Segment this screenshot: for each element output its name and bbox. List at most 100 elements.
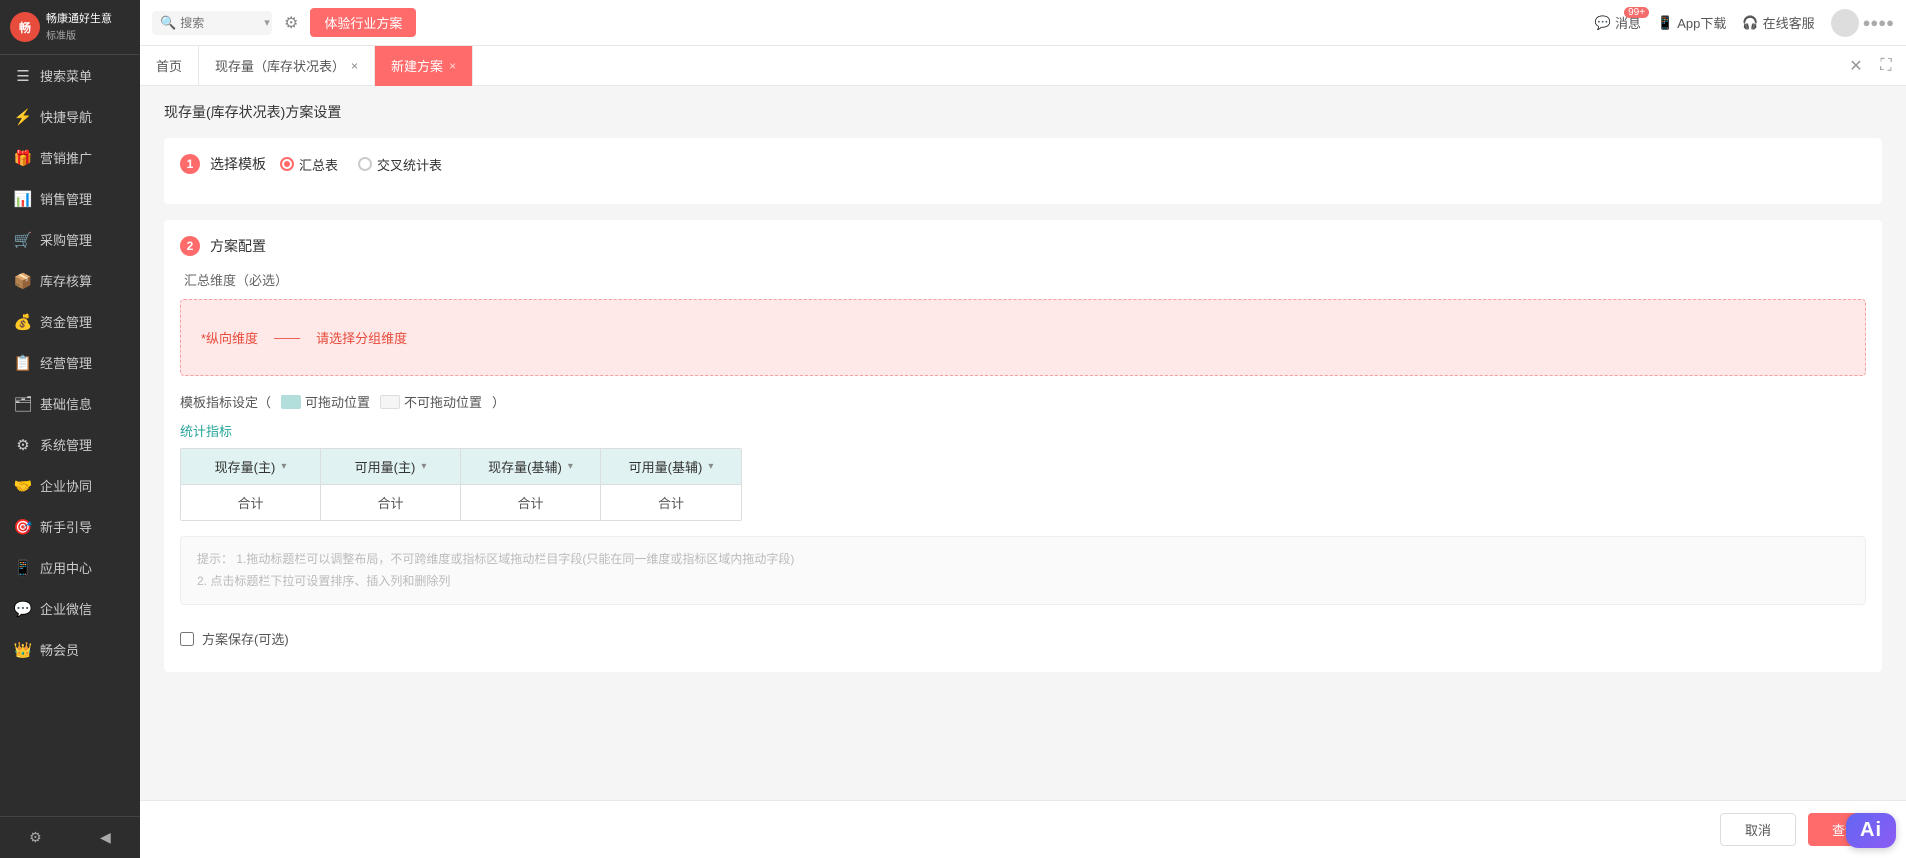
tab-new-plan[interactable]: 新建方案 × <box>375 46 473 86</box>
topbar-search-chevron-icon[interactable]: ▾ <box>264 16 270 29</box>
sidebar-item-finance[interactable]: 💰 资金管理 <box>0 301 140 342</box>
dimension-required-label: *纵向维度 <box>201 328 258 347</box>
tab-new-plan-label: 新建方案 <box>391 56 443 75</box>
sidebar-item-marketing[interactable]: 🎁 营销推广 <box>0 137 140 178</box>
stats-section: 统计指标 现存量(主) ▾ 可用量(主) ▾ 现存量(基辅) <box>180 421 1866 524</box>
stats-col2-chevron-icon: ▾ <box>421 461 426 472</box>
sidebar-item-search-menu[interactable]: ☰ 搜索菜单 <box>0 55 140 96</box>
app-name-block: 畅康通好生意 标准版 <box>46 12 112 41</box>
tab-home-label: 首页 <box>156 56 182 75</box>
step2-badge: 2 <box>180 236 200 256</box>
sidebar-item-purchase[interactable]: 🛒 采购管理 <box>0 219 140 260</box>
tip-line-2: 2. 点击标题栏下拉可设置排序、插入列和删除列 <box>197 571 1849 593</box>
topbar-search-box[interactable]: 🔍 ▾ <box>152 11 272 35</box>
save-row: 方案保存(可选) <box>180 621 1866 656</box>
tab-new-plan-close-icon[interactable]: × <box>449 59 456 73</box>
footer-bar: 取消 查询 <box>140 800 1906 858</box>
cancel-button[interactable]: 取消 <box>1720 813 1796 846</box>
tip-line-2-text: 2. 点击标题栏下拉可设置排序、插入列和删除列 <box>197 574 450 588</box>
sidebar-item-label: 库存核算 <box>40 271 92 290</box>
app-download-button[interactable]: 📱 App下载 <box>1657 13 1726 32</box>
summary-dimension-label: 汇总维度（必选） <box>180 270 1866 289</box>
purchase-icon: 🛒 <box>14 231 32 249</box>
stats-col4-header[interactable]: 可用量(基辅) ▾ <box>601 449 741 484</box>
finance-icon: 💰 <box>14 313 32 331</box>
template-radio-group: 汇总表 交叉统计表 <box>280 155 442 174</box>
expand-panel-button[interactable]: ⛶ <box>1874 54 1898 78</box>
step1-section: 1 选择模板 汇总表 交叉统计表 <box>164 138 1882 204</box>
main-area: 🔍 ▾ ⚙ 体验行业方案 💬 消息 99+ 📱 App下载 🎧 在线客服 ● <box>140 0 1906 858</box>
avatar <box>1831 9 1859 37</box>
inventory-icon: 📦 <box>14 272 32 290</box>
stats-col1-body: 合计 <box>181 485 321 520</box>
radio-cross[interactable]: 交叉统计表 <box>358 155 442 174</box>
tab-inventory-status[interactable]: 现存量（库存状况表） × <box>199 46 375 86</box>
sidebar-item-inventory[interactable]: 📦 库存核算 <box>0 260 140 301</box>
stats-header-row: 现存量(主) ▾ 可用量(主) ▾ 现存量(基辅) ▾ 可用量(基辅) <box>181 449 741 484</box>
radio-summary[interactable]: 汇总表 <box>280 155 338 174</box>
app-edition: 标准版 <box>46 27 112 42</box>
step1-header: 1 选择模板 汇总表 交叉统计表 <box>180 154 1866 174</box>
radio-cross-label: 交叉统计表 <box>377 155 442 174</box>
messages-button[interactable]: 💬 消息 99+ <box>1595 13 1641 32</box>
stats-col3-header[interactable]: 现存量(基辅) ▾ <box>461 449 601 484</box>
sidebar-item-member[interactable]: 👑 畅会员 <box>0 629 140 670</box>
fixed-indicator-tag: 不可拖动位置 <box>380 392 482 411</box>
tab-inventory-close-icon[interactable]: × <box>351 59 358 73</box>
user-name: ●●●● <box>1863 15 1894 30</box>
online-service-icon: 🎧 <box>1742 15 1758 31</box>
sidebar-item-label: 畅会员 <box>40 640 79 659</box>
stats-col4-body: 合计 <box>601 485 741 520</box>
member-icon: 👑 <box>14 641 32 659</box>
sidebar-item-system[interactable]: ⚙ 系统管理 <box>0 424 140 465</box>
stats-col3-body: 合计 <box>461 485 601 520</box>
fixed-box <box>380 395 400 409</box>
topbar-gear-icon[interactable]: ⚙ <box>280 9 302 37</box>
save-label: 方案保存(可选) <box>202 629 289 648</box>
sidebar-item-basic-info[interactable]: 🗂 基础信息 <box>0 383 140 424</box>
stats-col1-chevron-icon: ▾ <box>281 461 286 472</box>
quick-nav-icon: ⚡ <box>14 108 32 126</box>
sidebar-item-label: 快捷导航 <box>40 107 92 126</box>
close-panel-button[interactable]: ✕ <box>1844 54 1868 78</box>
sidebar-item-label: 应用中心 <box>40 558 92 577</box>
enterprise-icon: 🤝 <box>14 477 32 495</box>
online-service-button[interactable]: 🎧 在线客服 <box>1742 13 1814 32</box>
radio-summary-circle <box>280 157 294 171</box>
draggable-box <box>281 395 301 409</box>
sidebar-scroll: ☰ 搜索菜单 ⚡ 快捷导航 🎁 营销推广 📊 销售管理 🛒 采购管理 📦 库存核… <box>0 55 140 816</box>
sidebar-item-label: 经营管理 <box>40 353 92 372</box>
sidebar-settings-button[interactable]: ⚙ <box>21 825 50 850</box>
stats-col1-header[interactable]: 现存量(主) ▾ <box>181 449 321 484</box>
online-service-label: 在线客服 <box>1763 13 1815 32</box>
sidebar-item-quick-nav[interactable]: ⚡ 快捷导航 <box>0 96 140 137</box>
industry-plan-button[interactable]: 体验行业方案 <box>310 8 416 37</box>
sidebar-item-label: 基础信息 <box>40 394 92 413</box>
topbar-search-input[interactable] <box>180 16 260 30</box>
ai-float-button[interactable]: Ai <box>1846 813 1896 848</box>
sidebar-item-enterprise-wechat[interactable]: 💬 企业微信 <box>0 588 140 629</box>
app-center-icon: 📱 <box>14 559 32 577</box>
stats-col2-header[interactable]: 可用量(主) ▾ <box>321 449 461 484</box>
topbar: 🔍 ▾ ⚙ 体验行业方案 💬 消息 99+ 📱 App下载 🎧 在线客服 ● <box>140 0 1906 46</box>
sidebar-item-operations[interactable]: 📋 经营管理 <box>0 342 140 383</box>
sidebar-item-label: 企业微信 <box>40 599 92 618</box>
sidebar: 畅 畅康通好生意 标准版 ☰ 搜索菜单 ⚡ 快捷导航 🎁 营销推广 📊 销售管理… <box>0 0 140 858</box>
sidebar-item-label: 搜索菜单 <box>40 66 92 85</box>
save-checkbox[interactable] <box>180 632 194 646</box>
sidebar-item-label: 系统管理 <box>40 435 92 454</box>
dimension-area[interactable]: *纵向维度 —— 请选择分组维度 <box>180 299 1866 376</box>
sidebar-item-enterprise[interactable]: 🤝 企业协同 <box>0 465 140 506</box>
sidebar-item-app-center[interactable]: 📱 应用中心 <box>0 547 140 588</box>
tab-home[interactable]: 首页 <box>140 46 199 86</box>
radio-summary-label: 汇总表 <box>299 155 338 174</box>
radio-cross-circle <box>358 157 372 171</box>
sidebar-collapse-button[interactable]: ◀ <box>92 825 119 850</box>
sidebar-item-sales[interactable]: 📊 销售管理 <box>0 178 140 219</box>
sidebar-item-label: 销售管理 <box>40 189 92 208</box>
sidebar-item-new-guide[interactable]: 🎯 新手引导 <box>0 506 140 547</box>
indicators-close: ） <box>492 392 505 411</box>
user-avatar-area[interactable]: ●●●● <box>1831 9 1894 37</box>
sales-icon: 📊 <box>14 190 32 208</box>
tabs-bar: 首页 现存量（库存状况表） × 新建方案 × ✕ ⛶ <box>140 46 1906 86</box>
